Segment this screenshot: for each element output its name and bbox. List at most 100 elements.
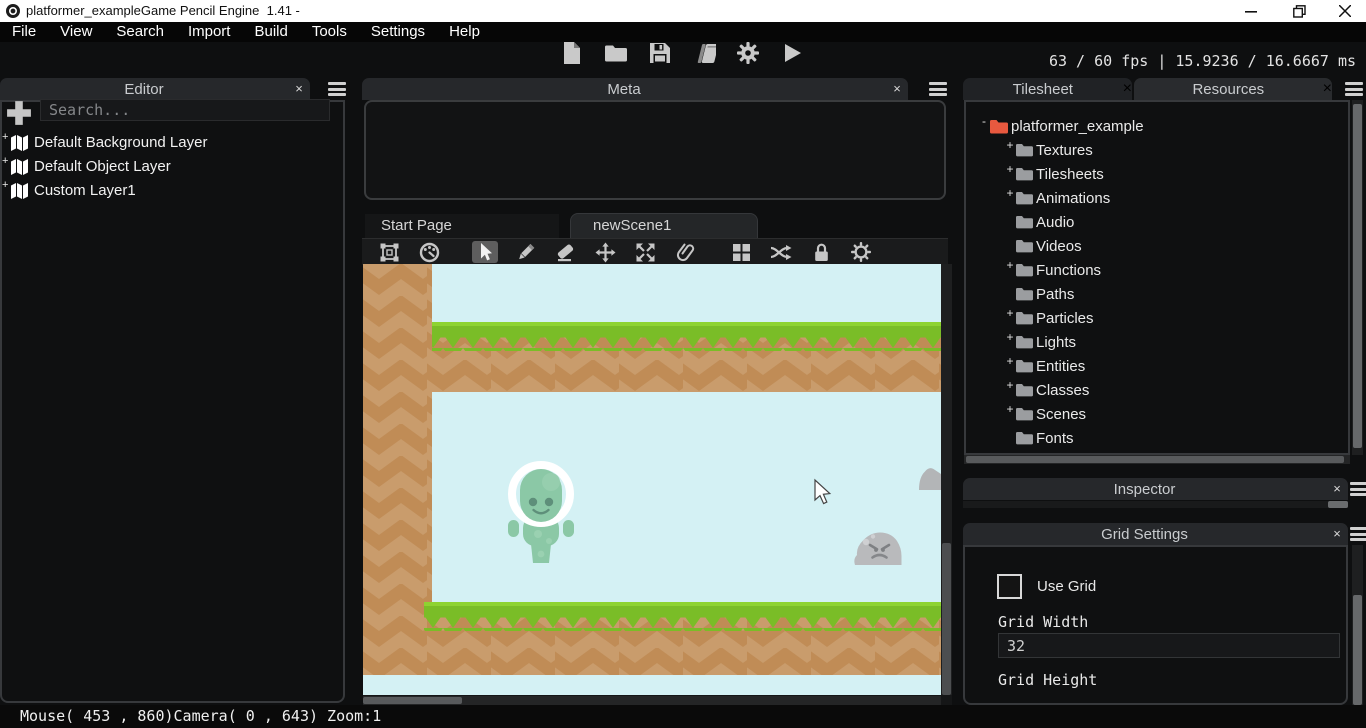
resources-vertical-scrollbar[interactable] (1352, 100, 1363, 455)
layer-expander[interactable]: + (2, 155, 10, 167)
play-button[interactable] (780, 41, 804, 65)
inspector-horizontal-scrollbar[interactable] (963, 501, 1348, 508)
tree-row-tilesheets[interactable]: + Tilesheets (1004, 162, 1104, 186)
folder-icon (1016, 335, 1033, 349)
inspector-horizontal-scrollbar-thumb[interactable] (1328, 501, 1348, 508)
resources-tree: - platformer_example + Textures + Tilesh… (964, 100, 1350, 455)
tree-label: platformer_example (1011, 118, 1144, 135)
tab-resources-close[interactable]: × (1323, 80, 1332, 98)
scene-vertical-scrollbar[interactable] (941, 264, 952, 695)
editor-panel-title: Editor (0, 81, 288, 98)
folder-icon (1016, 263, 1033, 277)
tree-row-paths[interactable]: Paths (1004, 282, 1074, 306)
tree-expander[interactable]: + (1004, 378, 1016, 392)
menu-settings[interactable]: Settings (359, 22, 437, 42)
resources-horizontal-scrollbar-thumb[interactable] (966, 456, 1344, 463)
layer-expander[interactable]: + (2, 179, 10, 191)
attach-tool[interactable] (673, 241, 699, 263)
menu-tools[interactable]: Tools (300, 22, 359, 42)
resources-panel-menu-icon[interactable] (1345, 82, 1363, 96)
editor-panel-menu-icon[interactable] (328, 82, 346, 96)
tree-row-lights[interactable]: + Lights (1004, 330, 1076, 354)
tab-tilesheet[interactable]: Tilesheet × (963, 78, 1132, 100)
tree-row-scenes[interactable]: + Scenes (1004, 402, 1086, 426)
scene-vertical-scrollbar-thumb[interactable] (942, 543, 951, 695)
layer-row-background[interactable]: + Default Background Layer (2, 130, 207, 154)
tree-expander[interactable]: + (1004, 138, 1016, 152)
tree-row-fonts[interactable]: Fonts (1004, 426, 1074, 450)
open-project-button[interactable] (604, 41, 628, 65)
menu-search[interactable]: Search (104, 22, 176, 42)
meta-text-area[interactable] (364, 100, 946, 200)
restore-button[interactable] (1284, 0, 1314, 22)
inspector-panel-close[interactable]: × (1326, 478, 1348, 500)
lock-tool[interactable] (808, 241, 834, 263)
tree-row-textures[interactable]: + Textures (1004, 138, 1093, 162)
tree-expander[interactable]: + (1004, 186, 1016, 200)
menu-build[interactable]: Build (242, 22, 299, 42)
grid-settings-close[interactable]: × (1326, 523, 1348, 545)
save-button[interactable] (648, 41, 672, 65)
meta-panel-close[interactable]: × (886, 78, 908, 100)
minimize-icon (1245, 5, 1257, 17)
tile-blocks-tool[interactable] (728, 241, 754, 263)
menu-help[interactable]: Help (437, 22, 492, 42)
layer-row-object[interactable]: + Default Object Layer (2, 154, 171, 178)
scene-settings-tool[interactable] (848, 241, 874, 263)
tree-row-videos[interactable]: Videos (1004, 234, 1082, 258)
grid-settings-vertical-scrollbar[interactable] (1352, 545, 1363, 705)
tree-expander[interactable]: + (1004, 354, 1016, 368)
grid-settings-menu-icon[interactable] (1350, 527, 1366, 541)
gauge-tool[interactable] (416, 241, 442, 263)
menu-import[interactable]: Import (176, 22, 243, 42)
manual-button[interactable] (692, 41, 716, 65)
tree-expander[interactable]: - (978, 114, 990, 128)
tree-row-animations[interactable]: + Animations (1004, 186, 1110, 210)
resources-vertical-scrollbar-thumb[interactable] (1353, 104, 1362, 448)
pencil-tool[interactable] (512, 241, 538, 263)
scene-horizontal-scrollbar[interactable] (363, 696, 941, 705)
move-tool[interactable] (592, 241, 618, 263)
use-grid-checkbox[interactable] (997, 574, 1022, 599)
eraser-tool[interactable] (552, 241, 578, 263)
tab-start-page-label: Start Page (381, 217, 452, 234)
engine-settings-button[interactable] (736, 41, 760, 65)
stretch-tool[interactable] (632, 241, 658, 263)
tree-expander[interactable]: + (1004, 402, 1016, 416)
tree-expander[interactable]: + (1004, 306, 1016, 320)
grid-settings-vertical-scrollbar-thumb[interactable] (1353, 595, 1362, 705)
tree-row-functions[interactable]: + Functions (1004, 258, 1101, 282)
minimize-button[interactable] (1236, 0, 1266, 22)
new-file-button[interactable] (560, 41, 584, 65)
tree-expander[interactable]: + (1004, 330, 1016, 344)
scene-canvas[interactable] (363, 264, 952, 705)
tree-row-classes[interactable]: + Classes (1004, 378, 1089, 402)
tree-expander[interactable]: + (1004, 162, 1016, 176)
tree-row-particles[interactable]: + Particles (1004, 306, 1094, 330)
menu-file[interactable]: File (0, 22, 48, 42)
editor-panel-close[interactable]: × (288, 78, 310, 100)
tab-new-scene[interactable]: newScene1 (570, 213, 758, 238)
resources-horizontal-scrollbar[interactable] (964, 455, 1350, 464)
tree-row-root[interactable]: - platformer_example (978, 114, 1144, 138)
menu-view[interactable]: View (48, 22, 104, 42)
layer-search-input[interactable] (40, 99, 330, 121)
scene-horizontal-scrollbar-thumb[interactable] (363, 697, 462, 704)
layer-row-custom[interactable]: + Custom Layer1 (2, 178, 136, 202)
meta-panel-menu-icon[interactable] (929, 82, 947, 96)
tab-resources[interactable]: Resources × (1134, 78, 1332, 100)
tree-label: Textures (1036, 142, 1093, 159)
transform-select-tool[interactable] (376, 241, 402, 263)
add-layer-icon[interactable] (6, 100, 32, 126)
grid-width-input[interactable] (998, 633, 1340, 658)
inspector-panel-menu-icon[interactable] (1350, 482, 1366, 496)
tree-expander[interactable]: + (1004, 258, 1016, 272)
pointer-tool[interactable] (472, 241, 498, 263)
shuffle-tool[interactable] (768, 241, 794, 263)
tree-row-audio[interactable]: Audio (1004, 210, 1074, 234)
tree-row-entities[interactable]: + Entities (1004, 354, 1085, 378)
tab-tilesheet-close[interactable]: × (1123, 80, 1132, 98)
close-button[interactable] (1330, 0, 1360, 22)
tab-start-page[interactable]: Start Page (365, 214, 559, 238)
layer-expander[interactable]: + (2, 131, 10, 143)
